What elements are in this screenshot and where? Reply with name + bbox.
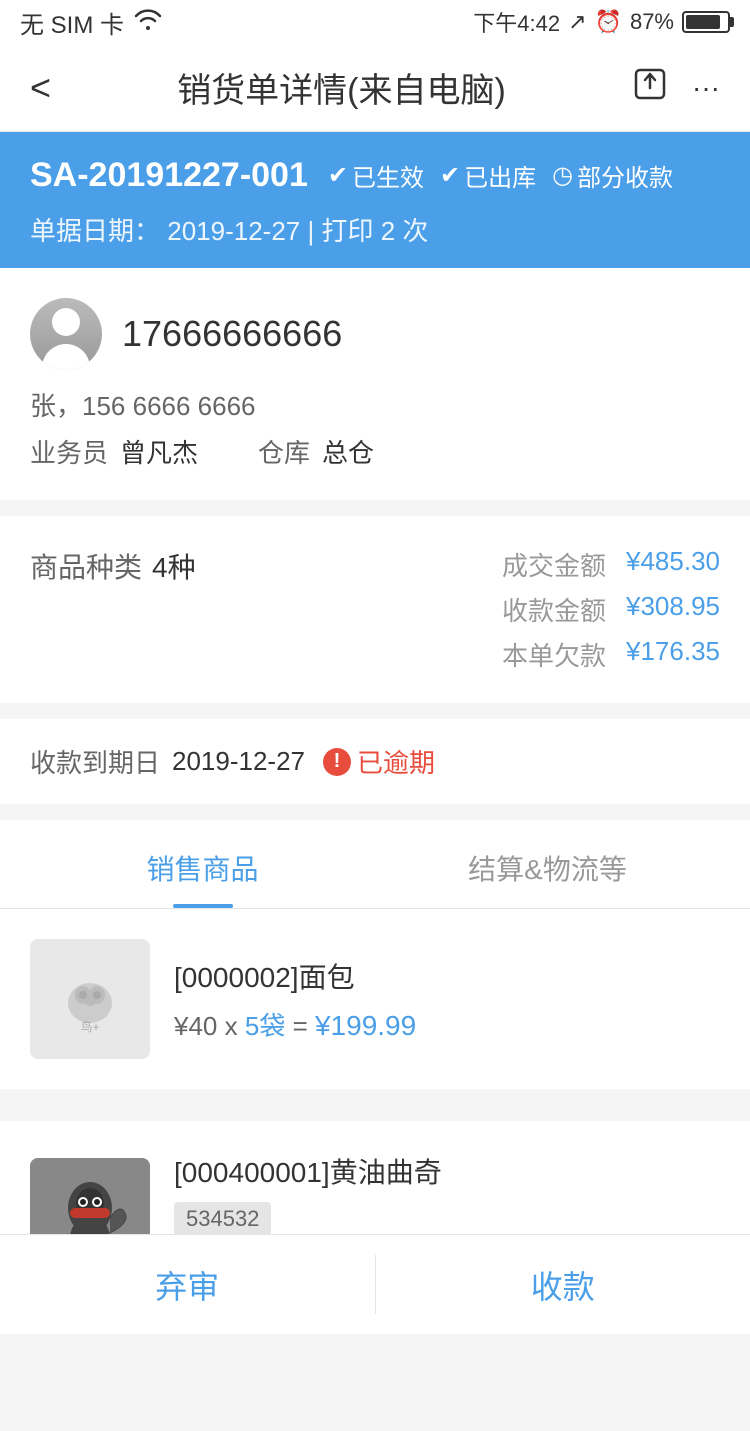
- equals-sign-1: =: [293, 1011, 315, 1041]
- customer-meta: 业务员 曾凡杰 仓库 总仓: [30, 433, 720, 470]
- product-calc-1: ¥40 x 5袋 = ¥199.99: [174, 1006, 720, 1043]
- cancel-button[interactable]: 弃审: [0, 1235, 375, 1334]
- status-bar: 无 SIM 卡 下午4:42 ↗ ⏰ 87%: [0, 0, 750, 44]
- status-left: 无 SIM 卡: [20, 5, 162, 40]
- due-section: 收款到期日 2019-12-27 ! 已逾期: [0, 719, 750, 804]
- tabs-section: 销售商品 结算&物流等: [0, 820, 750, 909]
- owed-label: 本单欠款: [502, 636, 606, 673]
- customer-row: 17666666666: [30, 298, 720, 370]
- nav-actions: ···: [632, 66, 720, 109]
- sales-label: 业务员: [30, 433, 108, 470]
- due-label: 收款到期日: [30, 743, 160, 780]
- more-button[interactable]: ···: [692, 72, 720, 104]
- tab-sales-label: 销售商品: [146, 854, 258, 885]
- time-label: 下午4:42: [473, 6, 560, 38]
- transaction-value: ¥485.30: [626, 546, 720, 583]
- product-code-2: [000400001]: [174, 1157, 330, 1188]
- list-item: 鸟+ [0000002]面包 ¥40 x 5袋 = ¥199.99: [0, 909, 750, 1089]
- pay-button[interactable]: 收款: [376, 1235, 750, 1334]
- location-icon: ↗: [568, 9, 586, 35]
- nav-bar: < 销货单详情(来自电脑) ···: [0, 44, 750, 132]
- tab-sales-products[interactable]: 销售商品: [30, 820, 375, 908]
- tab-underline: [173, 904, 233, 908]
- received-label: 收款金额: [502, 591, 606, 628]
- tab-settlement[interactable]: 结算&物流等: [375, 820, 720, 908]
- status-badge-effective: ✔ 已生效: [328, 158, 424, 193]
- product-count: 4种: [152, 546, 196, 586]
- share-button[interactable]: [632, 66, 668, 109]
- multiply-sign-1: x: [225, 1011, 245, 1041]
- wifi-icon: [134, 8, 162, 37]
- status-badge-shipped: ✔ 已出库: [440, 158, 536, 193]
- order-date: 2019-12-27: [167, 216, 300, 246]
- print-suffix: 次: [402, 216, 428, 246]
- battery-icon: [682, 11, 730, 33]
- separator-1: [0, 1105, 750, 1121]
- avatar: [30, 298, 102, 370]
- status-badge-partial: ◷ 部分收款: [552, 158, 673, 193]
- tab-settlement-label: 结算&物流等: [468, 854, 627, 885]
- sales-person: 业务员 曾凡杰: [30, 433, 198, 470]
- received-amount: 收款金额 ¥308.95: [502, 591, 720, 628]
- product-code-1: [0000002]: [174, 962, 299, 993]
- back-button[interactable]: <: [30, 67, 51, 109]
- check-icon-2: ✔: [440, 161, 460, 190]
- product-name-1: [0000002]面包: [174, 956, 720, 996]
- warehouse-name: 总仓: [322, 433, 374, 470]
- overdue-text: 已逾期: [357, 743, 435, 780]
- product-sku-2: 534532: [174, 1202, 271, 1236]
- product-thumbnail-1: 鸟+: [30, 939, 150, 1059]
- product-info-1: [0000002]面包 ¥40 x 5袋 = ¥199.99: [174, 956, 720, 1043]
- owed-amount: 本单欠款 ¥176.35: [502, 636, 720, 673]
- order-header: SA-20191227-001 ✔ 已生效 ✔ 已出库 ◷ 部分收款 单据日期：…: [0, 132, 750, 268]
- due-date: 2019-12-27: [172, 746, 305, 777]
- order-date-row: 单据日期： 2019-12-27 | 打印 2 次: [30, 211, 720, 248]
- check-icon-1: ✔: [328, 161, 348, 190]
- overdue-badge: ! 已逾期: [323, 743, 435, 780]
- financial-row: 商品种类 4种 成交金额 ¥485.30 收款金额 ¥308.95 本单欠款 ¥…: [30, 546, 720, 673]
- product-name-2: [000400001]黄油曲奇: [174, 1151, 720, 1191]
- print-count: 2: [381, 216, 395, 246]
- amounts-col: 成交金额 ¥485.30 收款金额 ¥308.95 本单欠款 ¥176.35: [502, 546, 720, 673]
- warehouse: 仓库 总仓: [258, 433, 374, 470]
- transaction-label: 成交金额: [502, 546, 606, 583]
- svg-text:鸟+: 鸟+: [80, 1019, 99, 1034]
- product-total-1: ¥199.99: [315, 1010, 416, 1041]
- transaction-amount: 成交金额 ¥485.30: [502, 546, 720, 583]
- warehouse-label: 仓库: [258, 433, 310, 470]
- customer-phone: 17666666666: [122, 313, 342, 355]
- product-price-1: ¥40: [174, 1011, 217, 1041]
- customer-section: 17666666666 张，156 6666 6666 业务员 曾凡杰 仓库 总…: [0, 268, 750, 500]
- status-badges: ✔ 已生效 ✔ 已出库 ◷ 部分收款: [328, 158, 673, 193]
- carrier-label: 无 SIM 卡: [20, 5, 124, 40]
- owed-value: ¥176.35: [626, 636, 720, 673]
- overdue-icon: !: [323, 748, 351, 776]
- product-types: 商品种类 4种: [30, 546, 196, 586]
- customer-sub: 张，156 6666 6666: [30, 386, 720, 423]
- sales-name: 曾凡杰: [120, 433, 198, 470]
- order-id: SA-20191227-001: [30, 156, 308, 195]
- product-types-label: 商品种类: [30, 546, 142, 586]
- product-qty-1: 5袋: [245, 1011, 285, 1041]
- alarm-icon: ⏰: [595, 9, 622, 35]
- page-title: 销货单详情(来自电脑): [177, 63, 506, 112]
- received-value: ¥308.95: [626, 591, 720, 628]
- status-right: 下午4:42 ↗ ⏰ 87%: [473, 6, 730, 38]
- financial-section: 商品种类 4种 成交金额 ¥485.30 收款金额 ¥308.95 本单欠款 ¥…: [0, 516, 750, 703]
- order-id-row: SA-20191227-001 ✔ 已生效 ✔ 已出库 ◷ 部分收款: [30, 156, 720, 195]
- bottom-bar: 弃审 收款: [0, 1234, 750, 1334]
- clock-icon: ◷: [552, 161, 573, 190]
- product-image-1: 鸟+: [50, 959, 130, 1039]
- battery-percent: 87%: [630, 9, 674, 35]
- date-label: 单据日期：: [30, 216, 160, 246]
- print-label: | 打印: [307, 216, 373, 246]
